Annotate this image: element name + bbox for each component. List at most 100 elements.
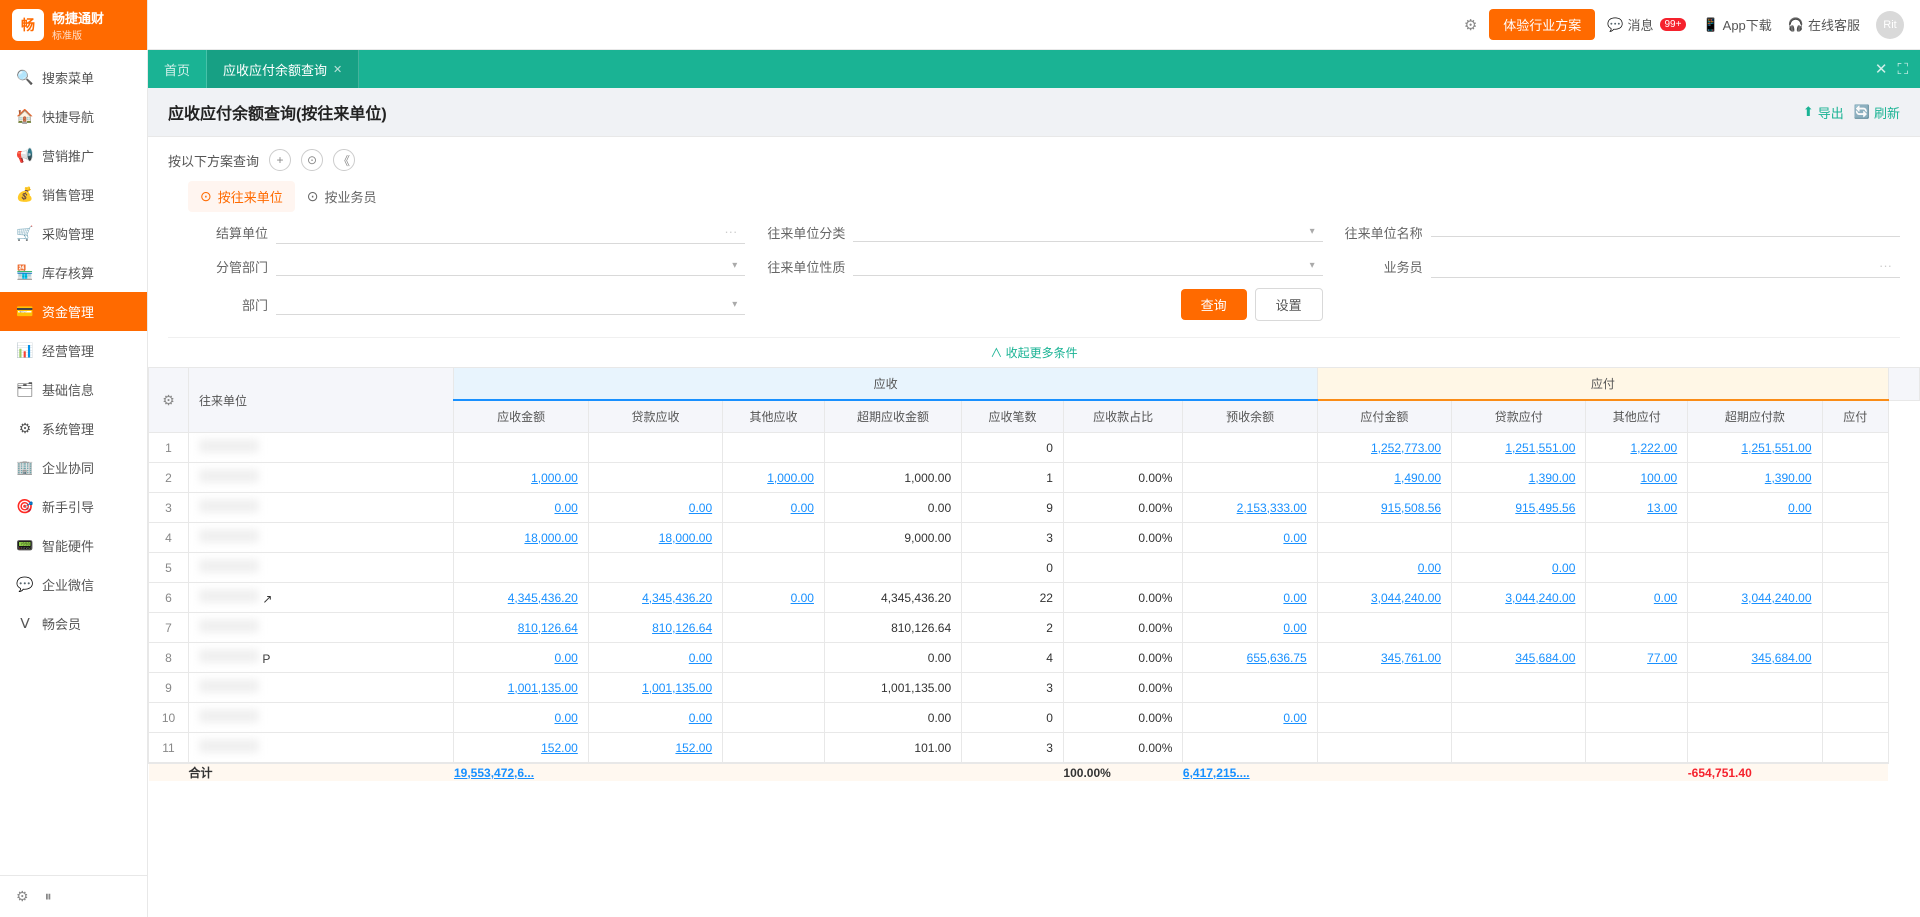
refresh-button[interactable]: 🔄 刷新: [1854, 103, 1900, 122]
filter-scheme-btn[interactable]: ⊙: [301, 149, 323, 171]
tab-首页[interactable]: 首页: [148, 50, 207, 88]
table-row: 418,000.0018,000.009,000.0030.00%0.00: [149, 523, 1920, 553]
scheme-by-unit[interactable]: ⊙ 按往来单位: [188, 181, 295, 212]
page-header: 应收应付余额查询(按往来单位) ⬆ 导出 🔄 刷新: [148, 88, 1920, 137]
sidebar-settings-icon[interactable]: ⚙: [16, 888, 29, 905]
sidebar: 畅 畅捷通财 标准版 🔍 搜索菜单 🏠 快捷导航 📢 营销推广 💰 销售管理 🛒…: [0, 0, 148, 917]
sidebar-item-guide[interactable]: 🎯 新手引导: [0, 487, 147, 526]
salesman-dots-icon: ···: [1879, 258, 1892, 273]
salesman-input[interactable]: ···: [1431, 254, 1900, 278]
query-button[interactable]: 查询: [1181, 289, 1247, 320]
filter-field-unit-type: 往来单位性质 ▾: [765, 254, 1322, 278]
sales-icon: 💰: [16, 186, 34, 203]
col-settings-icon[interactable]: ⚙: [149, 368, 189, 433]
messages-btn[interactable]: 💬 消息 99+: [1607, 15, 1686, 34]
table-row: 6 ↗4,345,436.204,345,436.200.004,345,436…: [149, 583, 1920, 613]
hardware-label: 智能硬件: [42, 536, 94, 555]
header-right: 💬 消息 99+ 📱 App下载 🎧 在线客服 Rit: [1607, 11, 1904, 39]
main-content: 应收应付余额查询(按往来单位) ⬆ 导出 🔄 刷新 按以下方案查询 +: [148, 88, 1920, 917]
sidebar-item-system[interactable]: ⚙ 系统管理: [0, 409, 147, 448]
app-download-btn[interactable]: 📱 App下载: [1702, 15, 1771, 34]
sidebar-item-enterprise[interactable]: 🏢 企业协同: [0, 448, 147, 487]
tab-fullscreen-icon[interactable]: ⛶: [1897, 61, 1908, 78]
operations-label: 经营管理: [42, 341, 94, 360]
unit-type-label: 往来单位性质: [765, 257, 845, 276]
sidebar-item-basic[interactable]: 🗂 基础信息: [0, 370, 147, 409]
scheme-by-salesman[interactable]: ⊙ 按业务员: [295, 181, 389, 212]
col-unit-header: 往来单位: [189, 368, 454, 433]
sidebar-item-wechat[interactable]: 💬 企业微信: [0, 565, 147, 604]
footer-payable: [1317, 763, 1451, 781]
sidebar-item-purchase[interactable]: 🛒 采购管理: [0, 214, 147, 253]
unit-type-input[interactable]: ▾: [853, 256, 1322, 276]
messages-badge: 99+: [1660, 18, 1687, 31]
marketing-label: 营销推广: [42, 146, 94, 165]
unit-category-label: 往来单位分类: [765, 223, 845, 242]
page-title: 应收应付余额查询(按往来单位): [168, 100, 387, 124]
logo-text: 畅捷通财: [52, 8, 104, 27]
col-payable-group: 应付: [1317, 368, 1888, 401]
footer-other-pay: [1586, 763, 1688, 781]
service-icon: 🎧: [1788, 17, 1804, 33]
settings-button[interactable]: 设置: [1255, 288, 1323, 321]
wechat-label: 企业微信: [42, 575, 94, 594]
sidebar-item-finance[interactable]: 💳 资金管理: [0, 292, 147, 331]
sidebar-item-marketing[interactable]: 📢 营销推广: [0, 136, 147, 175]
tab-应收应付余额查询[interactable]: 应收应付余额查询✕: [207, 50, 359, 88]
online-service-btn[interactable]: 🎧 在线客服: [1788, 15, 1860, 34]
collapse-icon: ∧: [990, 346, 1002, 360]
dept-arrow-icon: ▾: [732, 260, 737, 271]
table-row: 100.000.000.0000.00%0.00: [149, 703, 1920, 733]
user-avatar[interactable]: Rit: [1876, 11, 1904, 39]
col-other-pay: 其他应付: [1586, 400, 1688, 433]
sidebar-item-operations[interactable]: 📊 经营管理: [0, 331, 147, 370]
sidebar-item-search[interactable]: 🔍 搜索菜单: [0, 58, 147, 97]
operations-icon: 📊: [16, 342, 34, 359]
filter-section: 按以下方案查询 + ⊙ 《 ⊙ 按往来单位: [148, 137, 1920, 367]
filter-collapse-left-btn[interactable]: 《: [333, 149, 355, 171]
sidebar-item-sales[interactable]: 💰 销售管理: [0, 175, 147, 214]
sidebar-item-inventory[interactable]: 🏪 库存核算: [0, 253, 147, 292]
export-button[interactable]: ⬆ 导出: [1803, 103, 1844, 122]
solution-button[interactable]: 体验行业方案: [1489, 9, 1595, 40]
filter-field-salesman: 业务员 ···: [1343, 254, 1900, 278]
unit-name-input[interactable]: [1431, 228, 1900, 237]
table-row: 91,001,135.001,001,135.001,001,135.0030.…: [149, 673, 1920, 703]
sidebar-item-hardware[interactable]: 📟 智能硬件: [0, 526, 147, 565]
unit-cell: [189, 703, 454, 733]
sub-dept-arrow-icon: ▾: [732, 299, 737, 310]
col-pay-tail: 应付: [1822, 400, 1888, 433]
unit-cell: P: [189, 643, 454, 673]
purchase-icon: 🛒: [16, 225, 34, 242]
unit-category-input[interactable]: ▾: [853, 222, 1322, 242]
footer-seq: [149, 763, 189, 781]
header-gear-icon[interactable]: ⚙: [1464, 16, 1477, 34]
finance-icon: 💳: [16, 303, 34, 320]
quicknav-icon: 🏠: [16, 108, 34, 125]
unit-cell: [189, 673, 454, 703]
footer-recv-ratio: 100.00%: [1063, 763, 1182, 781]
col-recv-ratio: 应收款占比: [1063, 400, 1182, 433]
table-container[interactable]: ⚙ 往来单位 应收 应付 应收金额 贷款应收 其他应收 超期应收金额 应收笔数 …: [148, 367, 1920, 917]
filter-add-btn[interactable]: +: [269, 149, 291, 171]
download-icon: 📱: [1702, 17, 1718, 33]
header: ⚙ 体验行业方案 💬 消息 99+ 📱 App下载 🎧 在线客服 Rit: [148, 0, 1920, 50]
tab-close-all-icon[interactable]: ✕: [1875, 60, 1888, 78]
scheme-salesman-label: 按业务员: [324, 187, 376, 206]
sidebar-collapse-icon[interactable]: ⏸: [45, 888, 52, 905]
tab-close-icon[interactable]: ✕: [333, 63, 342, 76]
sidebar-item-quicknav[interactable]: 🏠 快捷导航: [0, 97, 147, 136]
sub-dept-input[interactable]: ▾: [276, 295, 745, 315]
filter-collapse-btn[interactable]: ∧ 收起更多条件: [168, 337, 1900, 367]
sidebar-item-member[interactable]: Ⅴ 畅会员: [0, 604, 147, 643]
settlement-input[interactable]: ···: [276, 220, 745, 244]
scheme-unit-icon: ⊙: [200, 188, 212, 205]
settlement-dots-icon: ···: [724, 224, 737, 239]
basic-label: 基础信息: [42, 380, 94, 399]
filter-field-unit-name: 往来单位名称: [1343, 220, 1900, 244]
filter-top: 按以下方案查询 + ⊙ 《: [168, 149, 1900, 171]
col-prepay-bal: 预收余额: [1183, 400, 1317, 433]
footer-prepay: 6,417,215....: [1183, 763, 1317, 781]
dept-input[interactable]: ▾: [276, 256, 745, 276]
unit-cell: [189, 463, 454, 493]
